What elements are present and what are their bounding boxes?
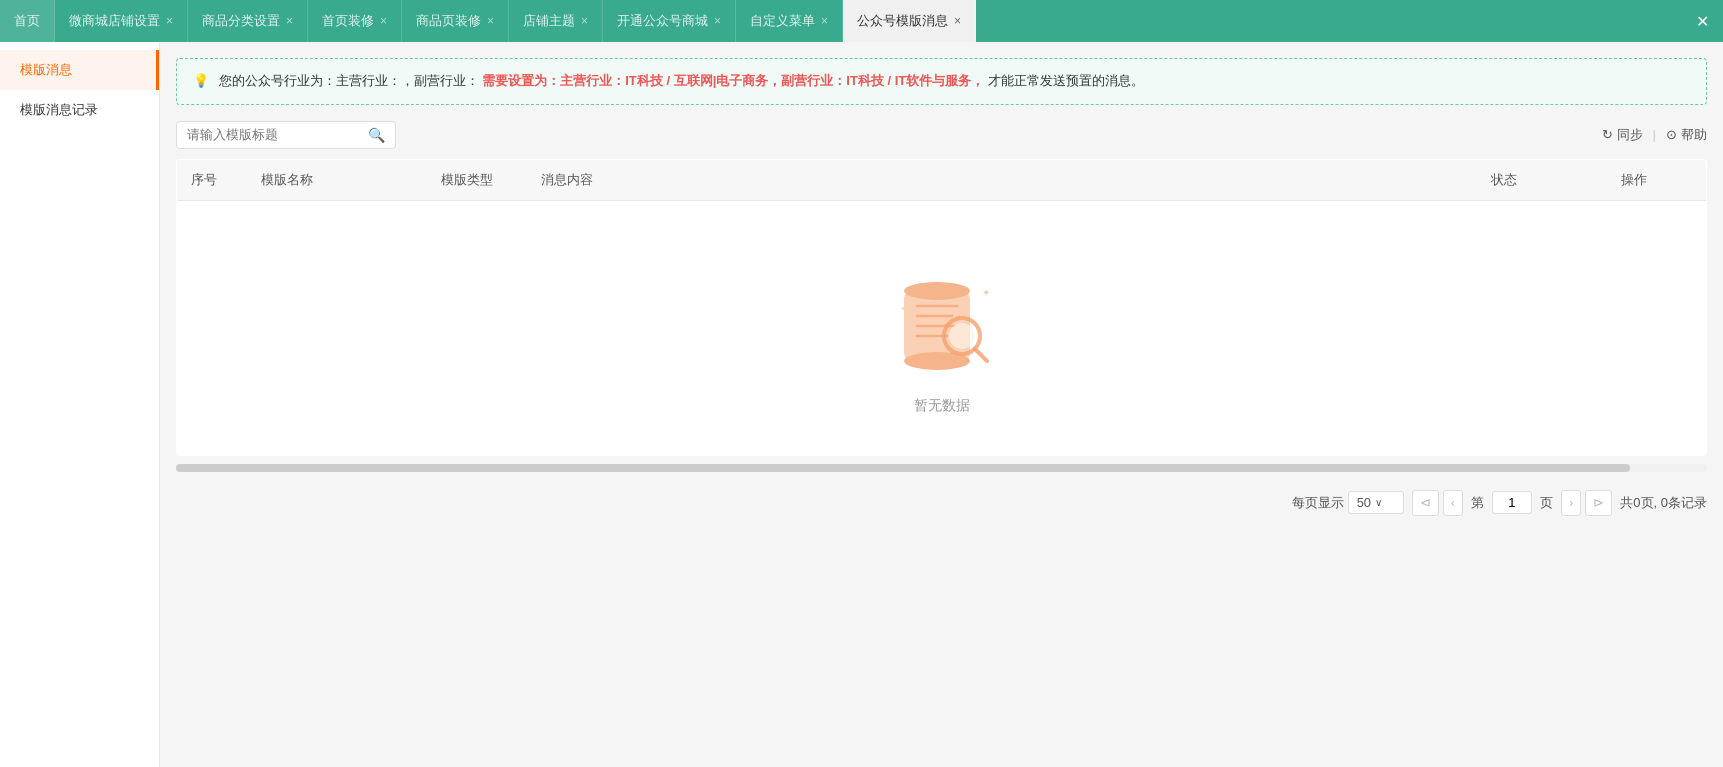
- first-page-button[interactable]: ⊲: [1412, 490, 1439, 516]
- tab-weshop-close[interactable]: ×: [166, 14, 173, 28]
- tab-home-label: 首页: [14, 12, 40, 30]
- tab-mall-close[interactable]: ×: [714, 14, 721, 28]
- tab-productpage[interactable]: 商品页装修 ×: [402, 0, 509, 42]
- notice-icon: 💡: [193, 73, 209, 88]
- table-header: 序号 模版名称 模版类型 消息内容 状态 操作: [177, 159, 1707, 200]
- empty-row: ✦ ✦ 暂无数据: [177, 200, 1707, 455]
- global-close-button[interactable]: ✕: [1682, 0, 1723, 42]
- per-page-label: 每页显示: [1292, 494, 1344, 512]
- help-label: 帮助: [1681, 126, 1707, 144]
- sync-label: 同步: [1617, 126, 1643, 144]
- pagination: 每页显示 50 ∨ ⊲ ‹ 第 页 › ⊳ 共0页, 0条记录: [176, 480, 1707, 520]
- page-size-dropdown[interactable]: 50 ∨: [1348, 491, 1404, 514]
- help-button[interactable]: ⊙ 帮助: [1666, 126, 1707, 144]
- table-body: ✦ ✦ 暂无数据: [177, 200, 1707, 455]
- prev-page-button[interactable]: ‹: [1443, 490, 1463, 516]
- col-status: 状态: [1477, 159, 1607, 200]
- page-size-value: 50: [1357, 495, 1371, 510]
- notice-prefix: 您的公众号行业为：主营行业：，副营行业：: [219, 73, 479, 88]
- tab-custommenu[interactable]: 自定义菜单 ×: [736, 0, 843, 42]
- toolbar: 🔍 ↻ 同步 | ⊙ 帮助: [176, 121, 1707, 149]
- col-name: 模版名称: [247, 159, 427, 200]
- page-nav: ⊲ ‹ 第 页 › ⊳: [1412, 490, 1613, 516]
- svg-line-10: [975, 349, 987, 361]
- col-content: 消息内容: [527, 159, 1477, 200]
- search-input[interactable]: [187, 127, 368, 142]
- top-nav: 首页 微商城店铺设置 × 商品分类设置 × 首页装修 × 商品页装修 × 店铺主…: [0, 0, 1723, 42]
- toolbar-right: ↻ 同步 | ⊙ 帮助: [1602, 126, 1707, 144]
- tab-theme-close[interactable]: ×: [581, 14, 588, 28]
- scrollbar-thumb[interactable]: [176, 464, 1630, 472]
- table-header-row: 序号 模版名称 模版类型 消息内容 状态 操作: [177, 159, 1707, 200]
- tab-productpage-label: 商品页装修: [416, 12, 481, 30]
- notice-box: 💡 您的公众号行业为：主营行业：，副营行业： 需要设置为：主营行业：IT科技 /…: [176, 58, 1707, 105]
- page-unit: 页: [1540, 494, 1553, 512]
- tab-custommenu-label: 自定义菜单: [750, 12, 815, 30]
- empty-state: ✦ ✦ 暂无数据: [177, 201, 1706, 455]
- sidebar-item-template-message-log[interactable]: 模版消息记录: [0, 90, 159, 130]
- last-page-button[interactable]: ⊳: [1585, 490, 1612, 516]
- toolbar-divider: |: [1653, 127, 1656, 142]
- main-container: 模版消息 模版消息记录 💡 您的公众号行业为：主营行业：，副营行业： 需要设置为…: [0, 42, 1723, 767]
- sidebar: 模版消息 模版消息记录: [0, 42, 160, 767]
- tab-category-close[interactable]: ×: [286, 14, 293, 28]
- sync-button[interactable]: ↻ 同步: [1602, 126, 1643, 144]
- tab-homepage-label: 首页装修: [322, 12, 374, 30]
- next-page-button[interactable]: ›: [1561, 490, 1581, 516]
- tab-category-label: 商品分类设置: [202, 12, 280, 30]
- tab-weshop-label: 微商城店铺设置: [69, 12, 160, 30]
- content-area: 💡 您的公众号行业为：主营行业：，副营行业： 需要设置为：主营行业：IT科技 /…: [160, 42, 1723, 767]
- col-seq: 序号: [177, 159, 247, 200]
- sidebar-item-template-message[interactable]: 模版消息: [0, 50, 159, 90]
- col-action: 操作: [1607, 159, 1707, 200]
- tab-custommenu-close[interactable]: ×: [821, 14, 828, 28]
- empty-text: 暂无数据: [914, 397, 970, 415]
- sync-icon: ↻: [1602, 127, 1613, 142]
- tab-mall-label: 开通公众号商城: [617, 12, 708, 30]
- per-page-select: 每页显示 50 ∨: [1292, 491, 1404, 514]
- tab-templatemsg-close[interactable]: ×: [954, 14, 961, 28]
- sidebar-item-template-message-label: 模版消息: [20, 62, 72, 77]
- search-icon[interactable]: 🔍: [368, 127, 385, 143]
- tab-theme-label: 店铺主题: [523, 12, 575, 30]
- svg-point-9: [949, 323, 975, 349]
- notice-suffix: 才能正常发送预置的消息。: [988, 73, 1144, 88]
- page-label: 第: [1471, 494, 1484, 512]
- tab-theme[interactable]: 店铺主题 ×: [509, 0, 603, 42]
- tab-category[interactable]: 商品分类设置 ×: [188, 0, 308, 42]
- search-box: 🔍: [176, 121, 396, 149]
- tab-productpage-close[interactable]: ×: [487, 14, 494, 28]
- tab-mall[interactable]: 开通公众号商城 ×: [603, 0, 736, 42]
- col-type: 模版类型: [427, 159, 527, 200]
- svg-point-2: [904, 282, 970, 300]
- svg-text:✦: ✦: [900, 305, 906, 312]
- empty-illustration: ✦ ✦: [882, 261, 1002, 381]
- tab-templatemsg[interactable]: 公众号模版消息 ×: [843, 0, 976, 42]
- total-text: 共0页, 0条记录: [1620, 494, 1707, 512]
- data-table: 序号 模版名称 模版类型 消息内容 状态 操作: [176, 159, 1707, 456]
- tab-home[interactable]: 首页: [0, 0, 55, 42]
- chevron-down-icon: ∨: [1375, 497, 1382, 508]
- sidebar-item-template-message-log-label: 模版消息记录: [20, 102, 98, 117]
- page-input[interactable]: [1492, 491, 1532, 514]
- scrollbar-track: [176, 464, 1707, 472]
- notice-highlight: 需要设置为：主营行业：IT科技 / 互联网|电子商务，副营行业：IT科技 / I…: [482, 73, 984, 88]
- help-icon: ⊙: [1666, 127, 1677, 142]
- tab-templatemsg-label: 公众号模版消息: [857, 12, 948, 30]
- tab-homepage[interactable]: 首页装修 ×: [308, 0, 402, 42]
- svg-text:✦: ✦: [982, 287, 990, 298]
- tab-homepage-close[interactable]: ×: [380, 14, 387, 28]
- tab-weshop[interactable]: 微商城店铺设置 ×: [55, 0, 188, 42]
